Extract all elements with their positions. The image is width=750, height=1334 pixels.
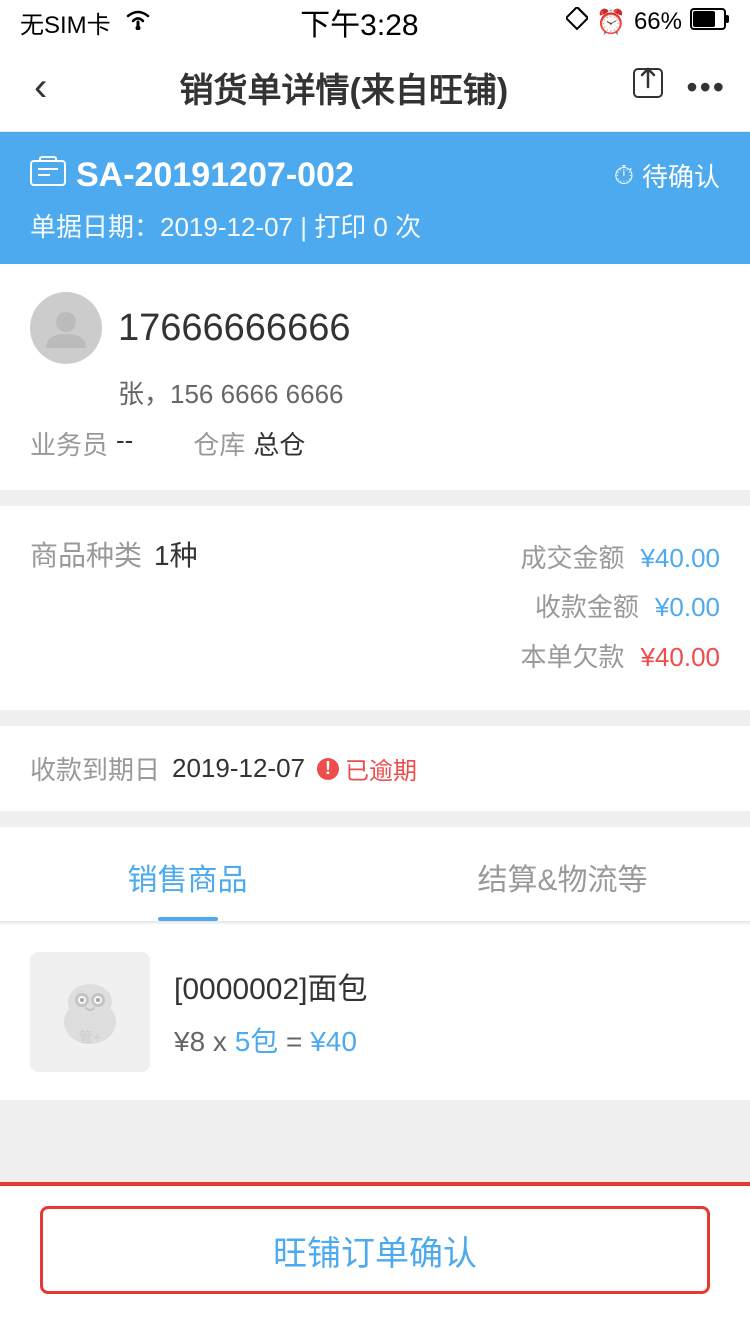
back-button[interactable]: ‹ [24, 55, 57, 120]
tabs-bar: 销售商品 结算&物流等 [0, 827, 750, 922]
location-icon [566, 7, 588, 38]
warehouse-item: 仓库 总仓 [193, 425, 305, 462]
price-separator: = [278, 1026, 310, 1057]
confirm-button[interactable]: 旺铺订单确认 [40, 1206, 710, 1294]
sales-rep-item: 业务员 -- [30, 425, 133, 462]
order-icon [30, 156, 66, 195]
carrier-text: 无SIM卡 [20, 5, 111, 40]
owed-amount-value: ¥40.00 [640, 633, 720, 682]
product-qty: 5包 [235, 1026, 279, 1057]
nav-bar: ‹ 销货单详情(来自旺铺) ••• [0, 44, 750, 132]
product-list: 管+ [0000002]面包 ¥8 x 5包 = ¥40 [0, 924, 750, 1101]
order-id-row: SA-20191207-002 ⏱ 待确认 [30, 156, 720, 195]
status-left: 无SIM卡 [20, 5, 153, 40]
product-name: [0000002]面包 [174, 964, 720, 1008]
order-date: 单据日期：2019-12-07 | 打印 0 次 [30, 207, 720, 244]
product-info: [0000002]面包 ¥8 x 5包 = ¥40 [174, 964, 720, 1060]
battery-icon [690, 8, 730, 37]
product-thumbnail: 管+ [30, 952, 150, 1072]
warehouse-value: 总仓 [253, 425, 305, 462]
summary-left: 商品种类 1种 [30, 534, 198, 574]
clock-icon: ⏱ [614, 160, 634, 192]
product-type-value: 1种 [154, 534, 198, 574]
customer-name: 张，156 6666 6666 [30, 374, 720, 411]
transaction-amount-value: ¥40.00 [640, 534, 720, 583]
order-id: SA-20191207-002 [30, 156, 354, 195]
wifi-icon [123, 8, 153, 37]
status-bar: 无SIM卡 下午3:28 ⏰ 66% [0, 0, 750, 44]
received-amount-row: 收款金额 ¥0.00 [520, 583, 720, 632]
received-amount-value: ¥0.00 [655, 583, 720, 632]
price-formula: ¥8 x [174, 1026, 235, 1057]
summary-card: 商品种类 1种 成交金额 ¥40.00 收款金额 ¥0.00 本单欠款 ¥40.… [0, 506, 750, 710]
battery-text: 66% [634, 8, 682, 36]
confirm-button-wrapper: 旺铺订单确认 [0, 1182, 750, 1334]
product-item: 管+ [0000002]面包 ¥8 x 5包 = ¥40 [0, 924, 750, 1101]
customer-phone-row: 17666666666 [30, 292, 720, 364]
nav-actions: ••• [630, 65, 726, 110]
owed-amount-row: 本单欠款 ¥40.00 [520, 633, 720, 682]
sales-rep-label: 业务员 [30, 425, 108, 462]
product-type-label: 商品种类 [30, 534, 142, 574]
product-price: ¥8 x 5包 = ¥40 [174, 1020, 720, 1060]
due-date-card: 收款到期日 2019-12-07 ! 已逾期 [0, 726, 750, 811]
overdue-text: 已逾期 [345, 751, 417, 786]
customer-phone: 17666666666 [118, 307, 350, 350]
tab-sales-products[interactable]: 销售商品 [0, 827, 375, 921]
transaction-amount-row: 成交金额 ¥40.00 [520, 534, 720, 583]
overdue-badge: ! 已逾期 [317, 751, 417, 786]
owed-amount-label: 本单欠款 [520, 633, 624, 682]
share-icon[interactable] [630, 65, 666, 110]
tab-settlement-logistics[interactable]: 结算&物流等 [375, 827, 750, 921]
overdue-icon: ! [317, 758, 339, 780]
sales-rep-value: -- [116, 425, 133, 462]
avatar [30, 292, 102, 364]
more-icon[interactable]: ••• [686, 69, 726, 106]
nav-title: 销货单详情(来自旺铺) [180, 63, 509, 112]
customer-meta: 业务员 -- 仓库 总仓 [30, 425, 720, 462]
alarm-icon: ⏰ [596, 8, 626, 37]
product-total: ¥40 [310, 1026, 357, 1057]
received-amount-label: 收款金额 [535, 583, 639, 632]
summary-right: 成交金额 ¥40.00 收款金额 ¥0.00 本单欠款 ¥40.00 [520, 534, 720, 682]
warehouse-label: 仓库 [193, 425, 245, 462]
customer-card: 17666666666 张，156 6666 6666 业务员 -- 仓库 总仓 [0, 264, 750, 490]
order-status: ⏱ 待确认 [614, 157, 720, 194]
confirm-button-text: 旺铺订单确认 [273, 1226, 477, 1275]
transaction-amount-label: 成交金额 [520, 534, 624, 583]
status-right: ⏰ 66% [566, 7, 730, 38]
due-date-label: 收款到期日 [30, 750, 160, 787]
order-header: SA-20191207-002 ⏱ 待确认 单据日期：2019-12-07 | … [0, 132, 750, 264]
due-date-value: 2019-12-07 [172, 753, 305, 784]
svg-text:管+: 管+ [79, 1029, 101, 1045]
status-time: 下午3:28 [300, 0, 418, 44]
